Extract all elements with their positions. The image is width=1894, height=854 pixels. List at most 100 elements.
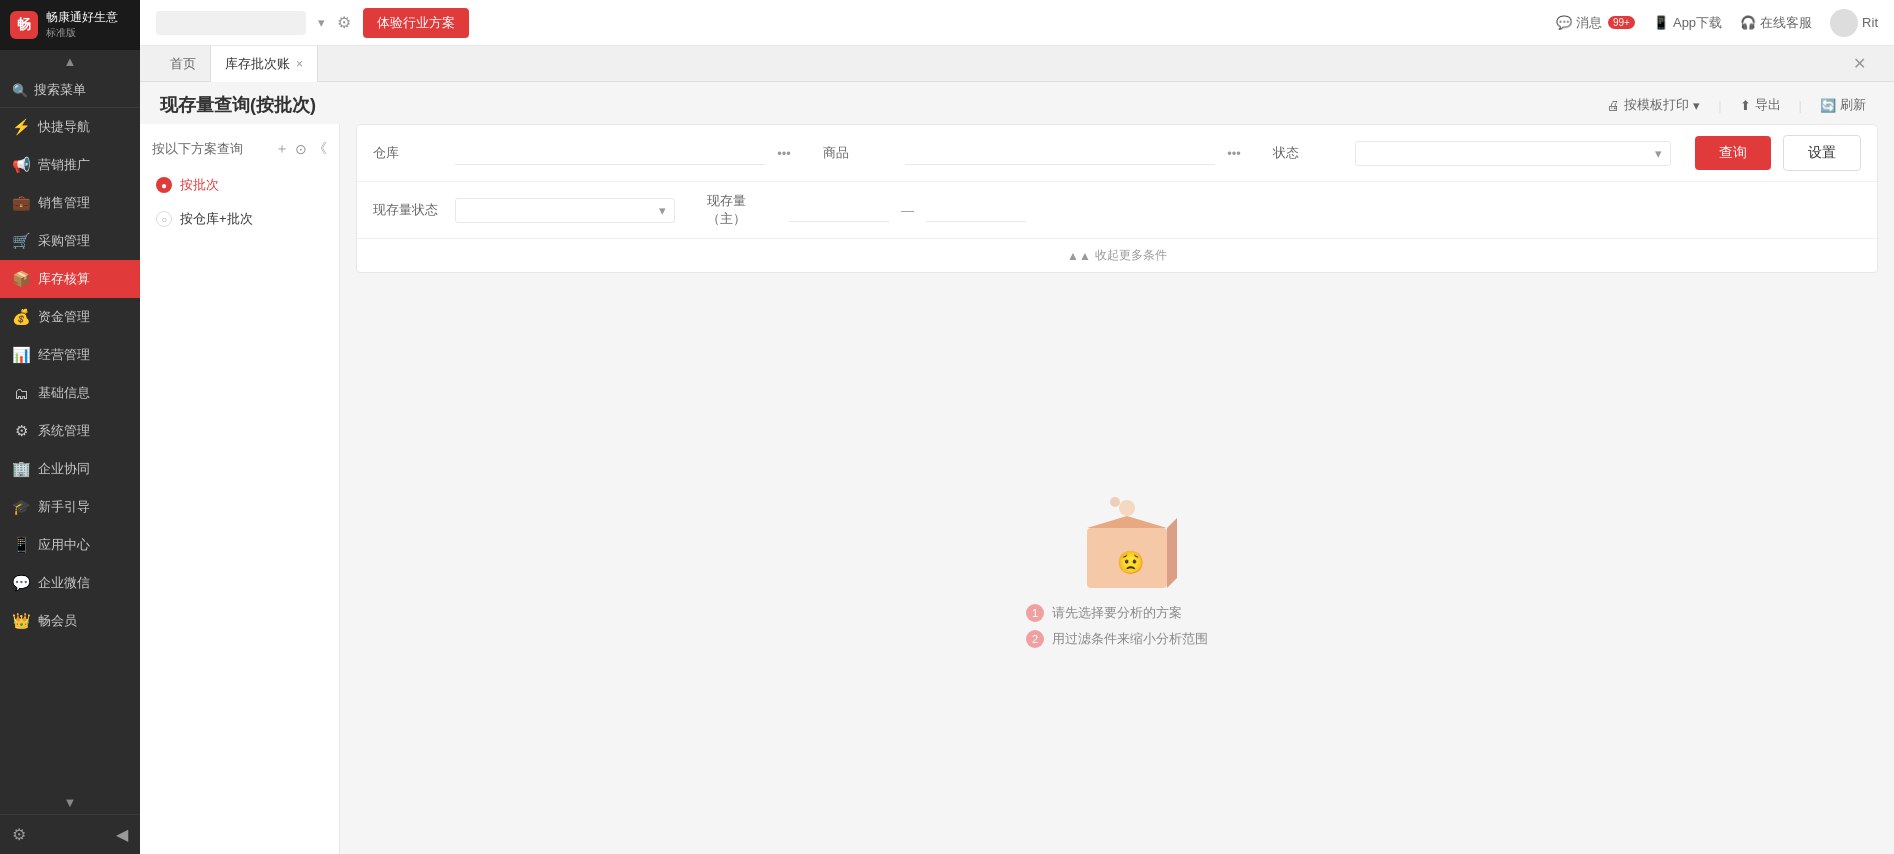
newbie-icon: 🎓: [12, 498, 30, 516]
collapse-panel-icon[interactable]: 《: [313, 140, 327, 158]
scheme-active-dot: ●: [156, 177, 172, 193]
experience-btn[interactable]: 体验行业方案: [363, 8, 469, 38]
sidebar-item-system[interactable]: ⚙ 系统管理: [0, 412, 140, 450]
online-support-item[interactable]: 🎧 在线客服: [1740, 14, 1812, 32]
svg-point-5: [1110, 497, 1120, 507]
sidebar-item-sales[interactable]: 💼 销售管理: [0, 184, 140, 222]
user-profile-item[interactable]: Rit: [1830, 9, 1878, 37]
sidebar-item-inventory[interactable]: 📦 库存核算: [0, 260, 140, 298]
topbar-search-input[interactable]: [156, 11, 306, 35]
app-download-label: App下载: [1673, 14, 1722, 32]
topbar-gear-icon[interactable]: ⚙: [337, 13, 351, 32]
tab-inventory-batch[interactable]: 库存批次账 ×: [211, 46, 318, 82]
empty-hint-2: 2 用过滤条件来缩小分析范围: [1026, 630, 1208, 648]
collapse-label: 收起更多条件: [1095, 247, 1167, 264]
avatar: [1830, 9, 1858, 37]
messages-label: 消息: [1576, 14, 1602, 32]
scheme-inactive-dot: ○: [156, 211, 172, 227]
sidebar-item-member[interactable]: 👑 畅会员: [0, 602, 140, 640]
sidebar-item-operations[interactable]: 📊 经营管理: [0, 336, 140, 374]
stock-qty-to[interactable]: [926, 198, 1026, 222]
collapse-row[interactable]: ▲▲ 收起更多条件: [357, 239, 1877, 272]
sidebar-item-purchase[interactable]: 🛒 采购管理: [0, 222, 140, 260]
page-title: 现存量查询(按批次): [160, 93, 316, 117]
topbar-right: 💬 消息 99+ 📱 App下载 🎧 在线客服 Rit: [1556, 9, 1878, 37]
stock-status-chevron: ▾: [659, 203, 666, 218]
status-select[interactable]: ▾: [1355, 141, 1671, 166]
headset-icon: 🎧: [1740, 15, 1756, 30]
content-body: 按以下方案查询 ＋ ⊙ 《 ● 按批次 ○ 按仓库+批次: [140, 124, 1894, 854]
scheme-panel-header: 按以下方案查询 ＋ ⊙ 《: [140, 134, 339, 168]
sidebar-item-newbie[interactable]: 🎓 新手引导: [0, 488, 140, 526]
app-download-item[interactable]: 📱 App下载: [1653, 14, 1722, 32]
query-button[interactable]: 查询: [1695, 136, 1771, 170]
export-btn[interactable]: ⬆ 导出: [1732, 92, 1789, 118]
online-support-label: 在线客服: [1760, 14, 1812, 32]
scheme-panel: 按以下方案查询 ＋ ⊙ 《 ● 按批次 ○ 按仓库+批次: [140, 124, 340, 854]
product-dots[interactable]: •••: [1227, 146, 1241, 161]
hint-text-2: 用过滤条件来缩小分析范围: [1052, 630, 1208, 648]
warehouse-dots[interactable]: •••: [777, 146, 791, 161]
sidebar-search[interactable]: 🔍 搜索菜单: [0, 73, 140, 108]
export-label: 导出: [1755, 96, 1781, 114]
sidebar-item-marketing[interactable]: 📢 营销推广: [0, 146, 140, 184]
collapse-sidebar-icon[interactable]: ◀: [116, 825, 128, 844]
tab-home[interactable]: 首页: [156, 46, 211, 82]
operations-icon: 📊: [12, 346, 30, 364]
filter-row-2: 现存量状态 ▾ 现存量（主） —: [357, 182, 1877, 239]
scheme-item-by-warehouse-batch[interactable]: ○ 按仓库+批次: [140, 202, 339, 236]
tab-close-icon[interactable]: ×: [296, 57, 303, 71]
tab-inventory-label: 库存批次账: [225, 55, 290, 73]
sidebar-item-enterprise[interactable]: 🏢 企业协同: [0, 450, 140, 488]
sidebar-item-label: 快捷导航: [38, 118, 90, 136]
add-scheme-icon[interactable]: ＋: [275, 140, 289, 158]
warehouse-label: 仓库: [373, 144, 443, 162]
member-icon: 👑: [12, 612, 30, 630]
svg-marker-2: [1167, 518, 1177, 588]
sidebar-item-finance[interactable]: 💰 资金管理: [0, 298, 140, 336]
stock-qty-from[interactable]: [789, 198, 889, 222]
hint-num-2: 2: [1026, 630, 1044, 648]
tabbar: 首页 库存批次账 × ✕: [140, 46, 1894, 82]
hint-text-1: 请先选择要分析的方案: [1052, 604, 1182, 622]
sidebar-item-quick-nav[interactable]: ⚡ 快捷导航: [0, 108, 140, 146]
status-chevron-icon: ▾: [1655, 146, 1662, 161]
status-label: 状态: [1273, 144, 1343, 162]
scroll-up-arrow[interactable]: ▲: [0, 50, 140, 73]
settings-footer-icon[interactable]: ⚙: [12, 825, 26, 844]
topbar: ▾ ⚙ 体验行业方案 💬 消息 99+ 📱 App下载 🎧 在线客服 Rit: [140, 0, 1894, 46]
sidebar-item-basic[interactable]: 🗂 基础信息: [0, 374, 140, 412]
stock-status-select[interactable]: ▾: [455, 198, 675, 223]
refresh-icon: 🔄: [1820, 98, 1836, 113]
collapse-up-icon: ▲▲: [1067, 249, 1091, 263]
content-area: 现存量查询(按批次) 🖨 按模板打印 ▾ | ⬆ 导出 | 🔄 刷新: [140, 82, 1894, 854]
warehouse-input[interactable]: [455, 141, 765, 165]
purchase-icon: 🛒: [12, 232, 30, 250]
sidebar-item-wechat[interactable]: 💬 企业微信: [0, 564, 140, 602]
tab-close-right-btn[interactable]: ✕: [1841, 54, 1878, 73]
scroll-down-arrow[interactable]: ▼: [0, 791, 140, 814]
print-template-btn[interactable]: 🖨 按模板打印 ▾: [1599, 92, 1708, 118]
svg-point-4: [1119, 500, 1135, 516]
scheme-item-by-batch[interactable]: ● 按批次: [140, 168, 339, 202]
page-header: 现存量查询(按批次) 🖨 按模板打印 ▾ | ⬆ 导出 | 🔄 刷新: [140, 82, 1894, 124]
empty-hints: 1 请先选择要分析的方案 2 用过滤条件来缩小分析范围: [1026, 604, 1208, 648]
settings-button[interactable]: 设置: [1783, 135, 1861, 171]
topbar-chevron-icon[interactable]: ▾: [318, 15, 325, 30]
filter-row-1: 仓库 ••• 商品 ••• 状态 ▾ 查询 设置: [357, 125, 1877, 182]
inventory-icon: 📦: [12, 270, 30, 288]
sidebar-item-label: 销售管理: [38, 194, 90, 212]
phone-icon: 📱: [1653, 15, 1669, 30]
app-title-block: 畅康通好生意 标准版: [46, 10, 118, 40]
svg-text:😟: 😟: [1117, 549, 1145, 576]
sidebar-item-label: 企业微信: [38, 574, 90, 592]
product-input[interactable]: [905, 141, 1215, 165]
empty-hint-1: 1 请先选择要分析的方案: [1026, 604, 1208, 622]
sidebar-item-apps[interactable]: 📱 应用中心: [0, 526, 140, 564]
settings-scheme-icon[interactable]: ⊙: [295, 141, 307, 157]
messages-item[interactable]: 💬 消息 99+: [1556, 14, 1635, 32]
wechat-icon: 💬: [12, 574, 30, 592]
refresh-btn[interactable]: 🔄 刷新: [1812, 92, 1874, 118]
action-divider-2: |: [1799, 98, 1802, 113]
page-actions: 🖨 按模板打印 ▾ | ⬆ 导出 | 🔄 刷新: [1599, 92, 1874, 118]
